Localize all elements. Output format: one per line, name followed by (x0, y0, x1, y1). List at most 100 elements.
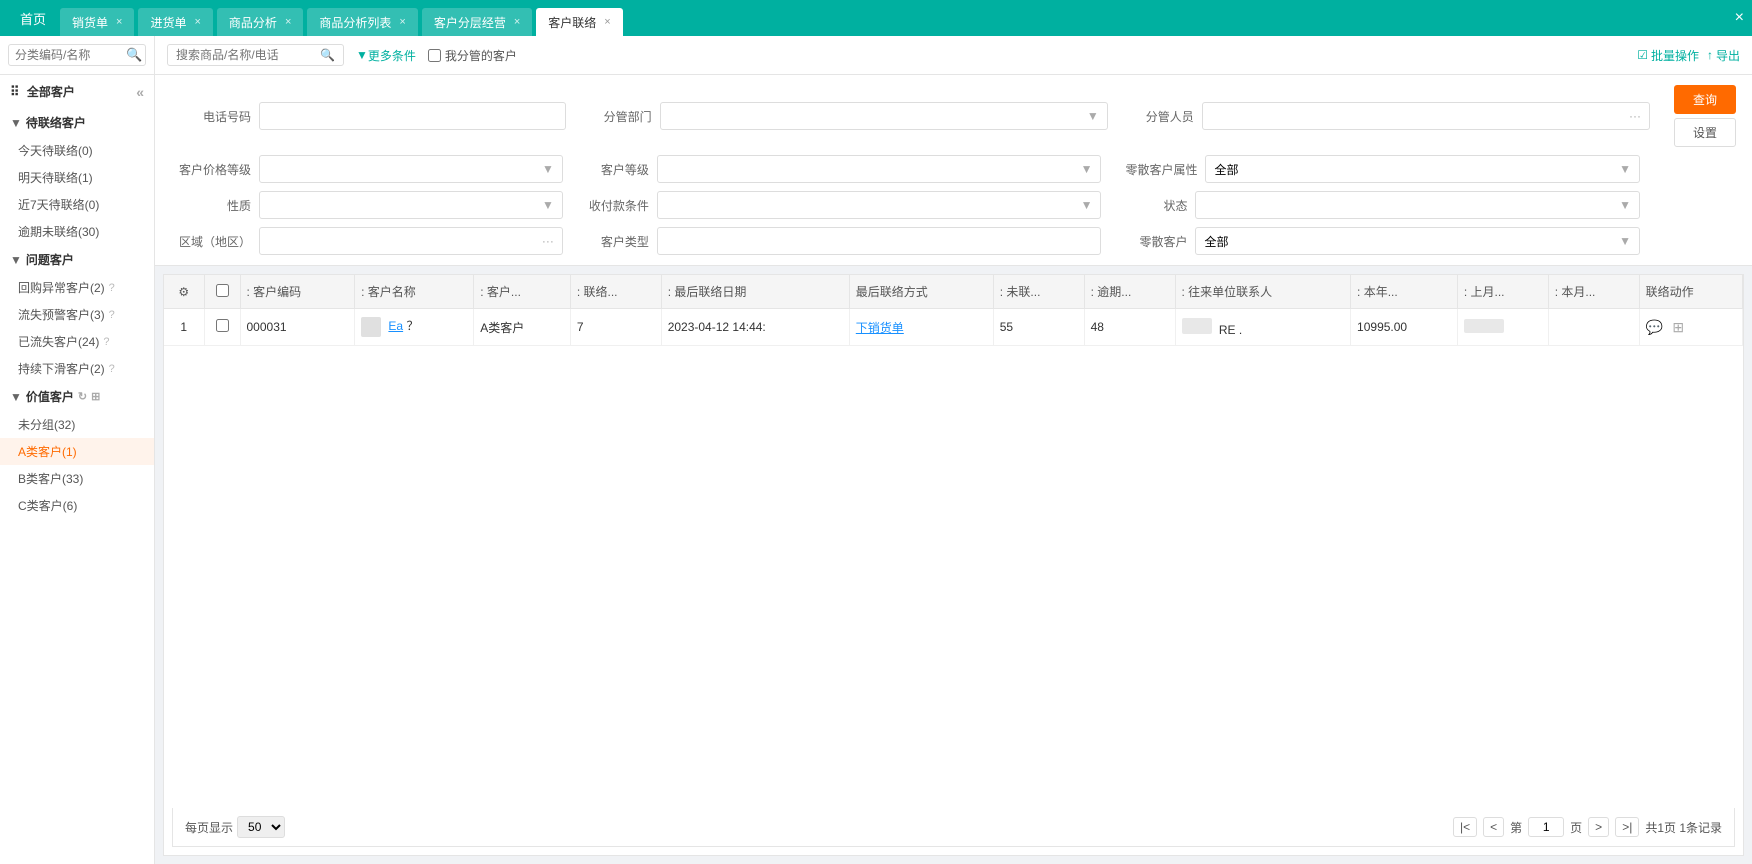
status-arrow-icon: ▼ (1619, 198, 1631, 212)
filter-phone: 电话号码 (171, 102, 566, 130)
th-this-month[interactable]: : 本月... (1548, 275, 1639, 309)
export-btn[interactable]: ↑ 导出 (1707, 47, 1740, 64)
th-type[interactable]: : 客户... (474, 275, 571, 309)
customer-type-input[interactable] (657, 227, 1102, 255)
overdue-contact-label: 逾期未联络(30) (18, 223, 99, 240)
prev-page-btn[interactable]: < (1483, 817, 1504, 837)
grid-icon[interactable]: ⊞ (1672, 319, 1684, 335)
chat-icon[interactable]: 💬 (1646, 319, 1663, 335)
sidebar-value-customers-header[interactable]: ▼ 价值客户 ↻ ⊞ (0, 382, 154, 411)
sidebar-item-7days-pending[interactable]: 近7天待联络(0) (0, 191, 154, 218)
price-level-select[interactable]: ▼ (259, 155, 563, 183)
total-records: 共1页 1条记录 (1645, 819, 1722, 836)
filter-status: 状态 ▼ (1117, 191, 1640, 219)
nav-home[interactable]: 首页 (8, 0, 58, 36)
person-select[interactable]: ··· (1202, 102, 1650, 130)
sidebar-pending-contact-header[interactable]: ▼ 待联络客户 (0, 108, 154, 137)
tab-product-analysis-list[interactable]: 商品分析列表 × (307, 8, 417, 36)
tab-contact-close[interactable]: × (604, 16, 610, 28)
tab-product-analysis-list-label: 商品分析列表 (319, 14, 391, 31)
class-a-label: A类客户(1) (18, 443, 77, 460)
phone-input[interactable] (259, 102, 566, 130)
nature-select[interactable]: ▼ (259, 191, 563, 219)
window-close-button[interactable]: × (1735, 9, 1744, 27)
th-last-contact-date[interactable]: : 最后联络日期 (661, 275, 849, 309)
tab-product-list-close[interactable]: × (399, 16, 405, 28)
sidebar-item-churn-warning[interactable]: 流失预警客户(3) ? (0, 301, 154, 328)
tab-customer-contact[interactable]: 客户联络 × (536, 8, 622, 36)
tab-purchase-order[interactable]: 进货单 × (138, 8, 212, 36)
next-page-btn[interactable]: > (1588, 817, 1609, 837)
class-b-label: B类客户(33) (18, 470, 83, 487)
settings-icon-sidebar[interactable]: ⊞ (91, 390, 100, 403)
status-select[interactable]: ▼ (1195, 191, 1640, 219)
tomorrow-pending-label: 明天待联络(1) (18, 169, 93, 186)
select-all-checkbox[interactable] (216, 284, 229, 297)
sidebar-item-class-c[interactable]: C类客户(6) (0, 492, 154, 519)
export-icon: ↑ (1707, 48, 1713, 62)
my-customers-checkbox[interactable] (428, 49, 441, 62)
sparse-attr-arrow-icon: ▼ (1619, 162, 1631, 176)
batch-operation-btn[interactable]: ☑ 批量操作 (1637, 47, 1699, 64)
collapse-icon[interactable]: « (136, 84, 144, 100)
sidebar-problem-customers-header[interactable]: ▼ 问题客户 (0, 245, 154, 274)
sidebar-item-class-a[interactable]: A类客户(1) (0, 438, 154, 465)
th-no-contact[interactable]: : 未联... (993, 275, 1084, 309)
row-checkbox[interactable] (216, 319, 229, 332)
th-action[interactable]: 联络动作 (1639, 275, 1742, 309)
refresh-icon[interactable]: ↻ (78, 390, 87, 403)
td-name: Ea ？ (355, 309, 474, 346)
th-overdue[interactable]: : 逾期... (1084, 275, 1175, 309)
filter-sparse-attr: 零散客户属性 全部 ▼ (1117, 155, 1640, 183)
page-number-input[interactable] (1528, 817, 1564, 837)
more-conditions-btn[interactable]: ▼ 更多条件 (356, 47, 416, 64)
th-code[interactable]: : 客户编码 (240, 275, 355, 309)
sidebar-item-overdue-contact[interactable]: 逾期未联络(30) (0, 218, 154, 245)
sidebar-item-today-pending[interactable]: 今天待联络(0) (0, 137, 154, 164)
query-button[interactable]: 查询 (1674, 85, 1736, 114)
sidebar-item-ungrouped[interactable]: 未分组(32) (0, 411, 154, 438)
sparse-customer-select[interactable]: 全部 ▼ (1195, 227, 1640, 255)
tab-customer-segment[interactable]: 客户分层经营 × (422, 8, 532, 36)
filter-row-4: 区域（地区） ··· 客户类型 零散客户 全部 ▼ (171, 227, 1736, 255)
th-last-contact-method[interactable]: 最后联络方式 (849, 275, 993, 309)
th-company-contacts[interactable]: : 往来单位联系人 (1175, 275, 1351, 309)
tab-purchase-close[interactable]: × (194, 16, 200, 28)
sidebar-item-class-b[interactable]: B类客户(33) (0, 465, 154, 492)
contact-method-link[interactable]: 下销货单 (856, 321, 904, 335)
last-page-btn[interactable]: >| (1615, 817, 1639, 837)
tab-product-analysis-label: 商品分析 (229, 14, 277, 31)
tab-sales-order-close[interactable]: × (116, 16, 122, 28)
tab-product-analysis[interactable]: 商品分析 × (217, 8, 303, 36)
sidebar-item-repurchase-abnormal[interactable]: 回购异常客户(2) ? (0, 274, 154, 301)
customer-level-label: 客户等级 (579, 161, 649, 178)
tab-sales-order[interactable]: 销货单 × (60, 8, 134, 36)
region-select[interactable]: ··· (259, 227, 563, 255)
th-last-month[interactable]: : 上月... (1457, 275, 1548, 309)
payment-select[interactable]: ▼ (657, 191, 1102, 219)
page-size-select[interactable]: 50 (237, 816, 285, 838)
pagination: 每页显示 50 |< < 第 页 > >| 共1页 1条记录 (172, 808, 1735, 847)
tab-product-analysis-close[interactable]: × (285, 16, 291, 28)
th-settings[interactable]: ⚙ (164, 275, 204, 309)
customer-level-select[interactable]: ▼ (657, 155, 1102, 183)
th-name[interactable]: : 客户名称 (355, 275, 474, 309)
tab-segment-close[interactable]: × (514, 16, 520, 28)
filter-search-input[interactable] (176, 48, 316, 62)
sidebar-item-tomorrow-pending[interactable]: 明天待联络(1) (0, 164, 154, 191)
th-this-year[interactable]: : 本年... (1351, 275, 1458, 309)
th-contact-count[interactable]: : 联络... (570, 275, 661, 309)
sparse-attr-select[interactable]: 全部 ▼ (1205, 155, 1640, 183)
sidebar-item-declining[interactable]: 持续下滑客户(2) ? (0, 355, 154, 382)
dept-select[interactable]: ▼ (660, 102, 1108, 130)
first-page-btn[interactable]: |< (1453, 817, 1477, 837)
tab-purchase-label: 进货单 (150, 14, 186, 31)
problem-customers-label: 问题客户 (26, 251, 74, 268)
sidebar-item-churned[interactable]: 已流失客户(24) ? (0, 328, 154, 355)
pagination-right: |< < 第 页 > >| 共1页 1条记录 (1453, 817, 1722, 837)
setting-button[interactable]: 设置 (1674, 118, 1736, 147)
sidebar-all-customers-header[interactable]: ⠿ 全部客户 « (0, 75, 154, 108)
customer-name[interactable]: Ea (388, 319, 403, 333)
td-contacts: RE . (1175, 309, 1351, 346)
filter-payment: 收付款条件 ▼ (579, 191, 1102, 219)
